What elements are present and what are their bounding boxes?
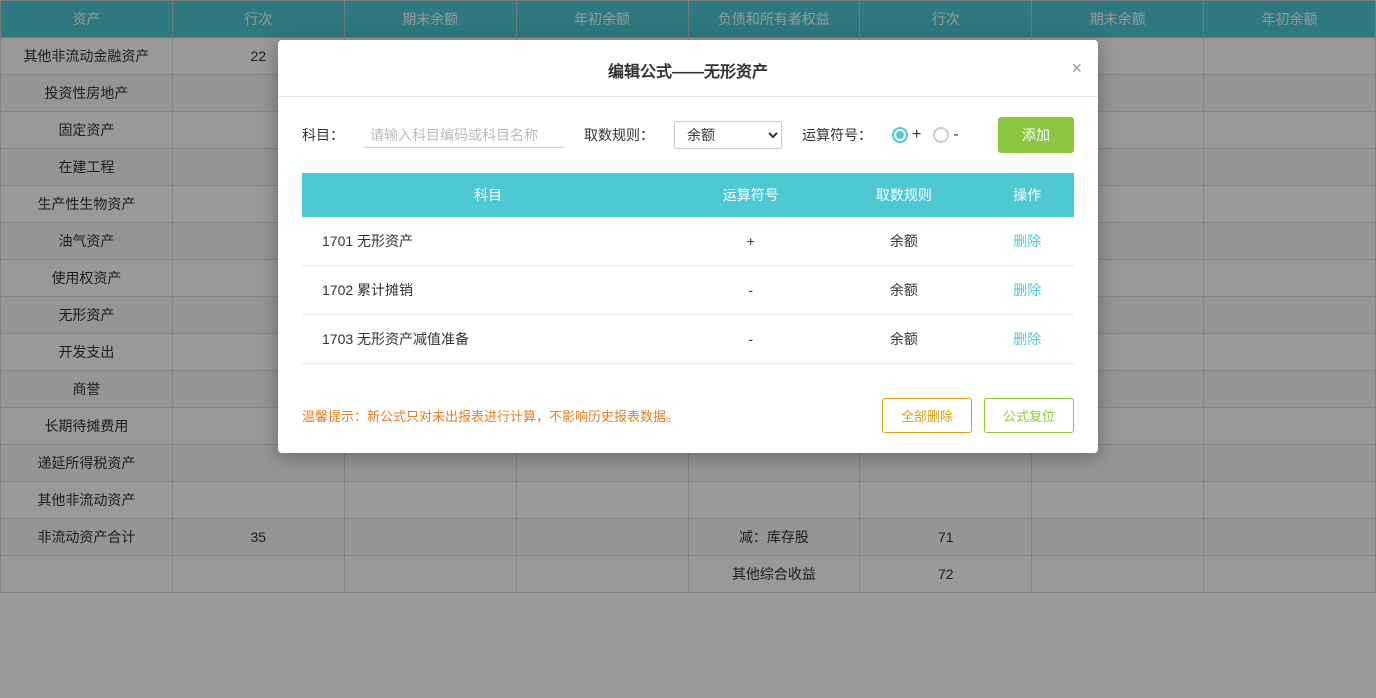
operator-radio-group: + - — [892, 126, 959, 144]
subject-input[interactable] — [364, 123, 564, 148]
row1-operator: + — [674, 217, 827, 266]
table-row: 1703 无形资产减值准备 - 余额 删除 — [302, 315, 1074, 364]
row2-subject: 1702 累计摊销 — [302, 266, 674, 315]
formula-form-row: 科目： 取数规则： 余额 借方发生额 贷方发生额 运算符号： + — [302, 117, 1074, 153]
operator-label: 运算符号： — [802, 125, 872, 145]
delete-all-button[interactable]: 全部删除 — [882, 398, 972, 433]
radio-minus-circle — [933, 127, 949, 143]
table-row: 1701 无形资产 + 余额 删除 — [302, 217, 1074, 266]
dialog-footer: 温馨提示：新公式只对未出报表进行计算，不影响历史报表数据。 全部删除 公式复位 — [278, 384, 1098, 453]
table-header-subject: 科目 — [302, 173, 674, 217]
reset-formula-button[interactable]: 公式复位 — [984, 398, 1074, 433]
row3-rule: 余额 — [827, 315, 980, 364]
dialog-close-button[interactable]: × — [1071, 59, 1082, 77]
row1-rule: 余额 — [827, 217, 980, 266]
row3-action: 删除 — [980, 315, 1074, 364]
tip-text: 温馨提示：新公式只对未出报表进行计算，不影响历史报表数据。 — [302, 406, 679, 425]
row1-delete-link[interactable]: 删除 — [1013, 233, 1041, 249]
rule-select-wrap: 余额 借方发生额 贷方发生额 — [674, 121, 782, 149]
rule-label: 取数规则： — [584, 125, 654, 145]
add-button[interactable]: 添加 — [998, 117, 1074, 153]
operator-plus-radio[interactable]: + — [892, 126, 921, 144]
edit-formula-dialog: 编辑公式——无形资产 × 科目： 取数规则： 余额 借方发生额 贷方发生额 运算… — [278, 40, 1098, 453]
row3-delete-link[interactable]: 删除 — [1013, 331, 1041, 347]
row1-action: 删除 — [980, 217, 1074, 266]
table-header-rule: 取数规则 — [827, 173, 980, 217]
dialog-body: 科目： 取数规则： 余额 借方发生额 贷方发生额 运算符号： + — [278, 97, 1098, 384]
rule-select[interactable]: 余额 借方发生额 贷方发生额 — [674, 121, 782, 149]
table-row: 1702 累计摊销 - 余额 删除 — [302, 266, 1074, 315]
dialog-title: 编辑公式——无形资产 — [608, 64, 768, 81]
row3-subject: 1703 无形资产减值准备 — [302, 315, 674, 364]
table-header-operator: 运算符号 — [674, 173, 827, 217]
row2-rule: 余额 — [827, 266, 980, 315]
row2-action: 删除 — [980, 266, 1074, 315]
minus-sign: - — [953, 126, 958, 144]
row3-operator: - — [674, 315, 827, 364]
table-header-action: 操作 — [980, 173, 1074, 217]
row2-delete-link[interactable]: 删除 — [1013, 282, 1041, 298]
plus-sign: + — [912, 126, 921, 144]
modal-overlay: 编辑公式——无形资产 × 科目： 取数规则： 余额 借方发生额 贷方发生额 运算… — [0, 0, 1376, 698]
subject-label: 科目： — [302, 125, 344, 145]
radio-plus-circle — [892, 127, 908, 143]
footer-buttons: 全部删除 公式复位 — [882, 398, 1074, 433]
dialog-header: 编辑公式——无形资产 × — [278, 40, 1098, 97]
row2-operator: - — [674, 266, 827, 315]
formula-table: 科目 运算符号 取数规则 操作 1701 无形资产 + 余额 删除 1702 累… — [302, 173, 1074, 364]
operator-minus-radio[interactable]: - — [933, 126, 958, 144]
row1-subject: 1701 无形资产 — [302, 217, 674, 266]
